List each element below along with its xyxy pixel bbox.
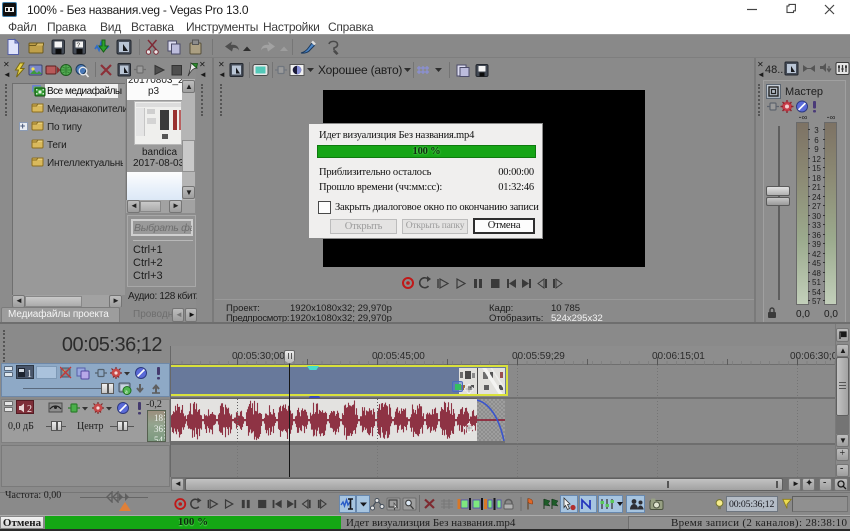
svg-text:?: ?: [77, 42, 81, 49]
svg-text:a: a: [125, 390, 128, 396]
svg-text:Хорошее (авто): Хорошее (авто): [318, 63, 402, 77]
